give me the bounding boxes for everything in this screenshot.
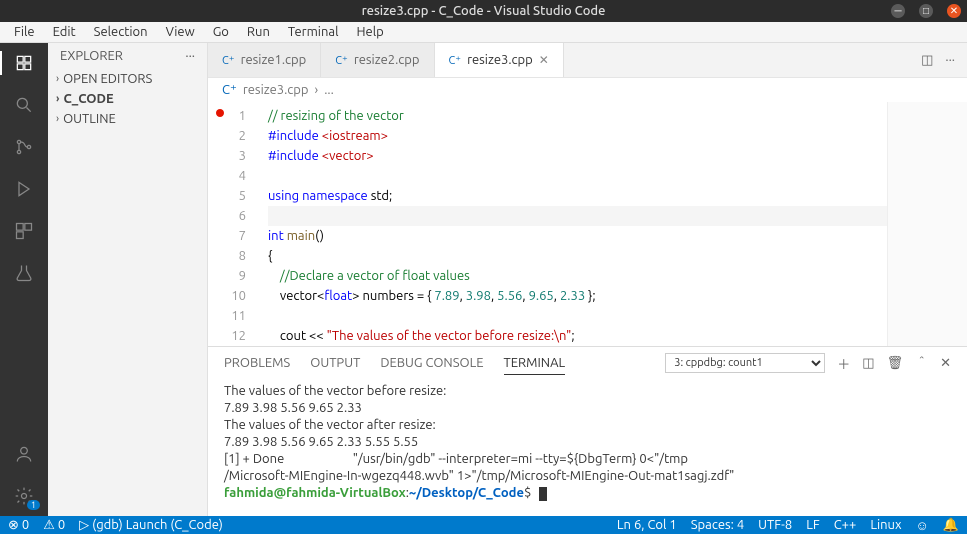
code-editor[interactable]: 123456789101112 // resizing of the vecto… [208, 102, 967, 346]
sidebar-item-c_code[interactable]: ›C_CODE [48, 89, 207, 109]
explorer-icon[interactable] [12, 51, 36, 75]
cpp-file-icon: C⁺ [449, 54, 462, 67]
window-title: resize3.cpp - C_Code - Visual Studio Cod… [362, 4, 606, 18]
panel-tab-output[interactable]: OUTPUT [310, 352, 360, 374]
status-launch[interactable]: ▷ (gdb) Launch (C_Code) [79, 518, 223, 533]
menu-edit[interactable]: Edit [45, 23, 84, 41]
close-button[interactable]: ✕ [947, 4, 961, 18]
status-errors[interactable]: ⊗ 0 [8, 518, 29, 533]
minimap[interactable] [887, 102, 967, 346]
menu-bar: FileEditSelectionViewGoRunTerminalHelp [0, 22, 967, 43]
terminal-dropdown[interactable]: 3: cppdbg: count1 [665, 353, 825, 373]
breadcrumb[interactable]: C⁺ resize3.cpp › ... [208, 78, 967, 102]
chevron-right-icon: › [56, 113, 59, 125]
status-feedback-icon[interactable]: ☺ [916, 518, 929, 533]
tab-resize3-cpp[interactable]: C⁺resize3.cpp✕ [435, 43, 564, 77]
new-terminal-icon[interactable]: ＋ [837, 354, 850, 373]
breadcrumb-file[interactable]: resize3.cpp [243, 83, 309, 97]
menu-run[interactable]: Run [239, 23, 278, 41]
split-editor-icon[interactable]: ◫ [921, 53, 933, 68]
terminal[interactable]: The values of the vector before resize: … [208, 379, 967, 516]
breadcrumb-sep: › [315, 83, 319, 97]
menu-terminal[interactable]: Terminal [280, 23, 347, 41]
tab-resize2-cpp[interactable]: C⁺resize2.cpp [321, 43, 434, 77]
explorer-sidebar: EXPLORER ··· ›OPEN EDITORS›C_CODE›OUTLIN… [48, 43, 208, 516]
chevron-right-icon: › [56, 93, 59, 105]
editor-more-icon[interactable]: ··· [945, 53, 955, 67]
close-tab-icon[interactable]: ✕ [539, 53, 549, 67]
status-eol[interactable]: LF [806, 518, 819, 532]
activity-bar: 1 [0, 43, 48, 516]
sidebar-item-open-editors[interactable]: ›OPEN EDITORS [48, 69, 207, 89]
settings-icon[interactable]: 1 [12, 484, 36, 508]
settings-badge: 1 [27, 500, 40, 510]
account-icon[interactable] [12, 442, 36, 466]
terminal-cursor [539, 487, 547, 501]
panel-tab-debug-console[interactable]: DEBUG CONSOLE [380, 352, 483, 374]
maximize-button[interactable]: □ [919, 4, 933, 18]
status-encoding[interactable]: UTF-8 [758, 518, 792, 532]
code-area[interactable]: // resizing of the vector#include <iostr… [258, 102, 887, 346]
cpp-file-icon: C⁺ [222, 83, 237, 98]
menu-go[interactable]: Go [205, 23, 237, 41]
panel-tabs: PROBLEMS OUTPUT DEBUG CONSOLE TERMINAL 3: c… [208, 347, 967, 379]
split-terminal-icon[interactable]: ◫ [862, 356, 874, 371]
run-icon[interactable] [12, 177, 36, 201]
breadcrumb-more[interactable]: ... [324, 83, 334, 97]
minimize-button[interactable]: ─ [891, 4, 905, 18]
kill-terminal-icon[interactable]: 🗑 [887, 356, 904, 371]
chevron-right-icon: › [56, 73, 59, 85]
explorer-header: EXPLORER ··· [48, 43, 207, 69]
status-spaces[interactable]: Spaces: 4 [691, 518, 744, 532]
menu-file[interactable]: File [6, 23, 43, 41]
editor-group: C⁺resize1.cppC⁺resize2.cppC⁺resize3.cpp✕… [208, 43, 967, 516]
bottom-panel: PROBLEMS OUTPUT DEBUG CONSOLE TERMINAL 3: c… [208, 346, 967, 516]
search-icon[interactable] [12, 93, 36, 117]
test-icon[interactable] [12, 261, 36, 285]
status-bell-icon[interactable]: 🔔 [943, 518, 959, 533]
title-bar: resize3.cpp - C_Code - Visual Studio Cod… [0, 0, 967, 22]
panel-tab-problems[interactable]: PROBLEMS [224, 352, 290, 374]
menu-help[interactable]: Help [348, 23, 391, 41]
status-os[interactable]: Linux [870, 518, 901, 532]
editor-tabs: C⁺resize1.cppC⁺resize2.cppC⁺resize3.cpp✕… [208, 43, 967, 78]
explorer-more-icon[interactable]: ··· [185, 49, 195, 63]
panel-up-icon[interactable]: ＾ [915, 354, 928, 373]
cpp-file-icon: C⁺ [222, 54, 235, 67]
status-warnings[interactable]: ⚠ 0 [43, 518, 65, 533]
menu-selection[interactable]: Selection [86, 23, 156, 41]
explorer-title: EXPLORER [60, 49, 123, 63]
window-controls: ─ □ ✕ [891, 4, 961, 18]
tab-actions: ◫ ··· [909, 43, 967, 77]
panel-tab-terminal[interactable]: TERMINAL [504, 352, 566, 375]
line-gutter: 123456789101112 [208, 102, 258, 346]
status-language[interactable]: C++ [834, 518, 857, 532]
cpp-file-icon: C⁺ [335, 54, 348, 67]
status-cursor[interactable]: Ln 6, Col 1 [617, 518, 677, 532]
status-bar: ⊗ 0 ⚠ 0 ▷ (gdb) Launch (C_Code) Ln 6, Co… [0, 516, 967, 534]
scm-icon[interactable] [12, 135, 36, 159]
menu-view[interactable]: View [158, 23, 203, 41]
tab-resize1-cpp[interactable]: C⁺resize1.cpp [208, 43, 321, 77]
extensions-icon[interactable] [12, 219, 36, 243]
sidebar-item-outline[interactable]: ›OUTLINE [48, 109, 207, 129]
panel-close-icon[interactable]: ✕ [940, 356, 951, 371]
